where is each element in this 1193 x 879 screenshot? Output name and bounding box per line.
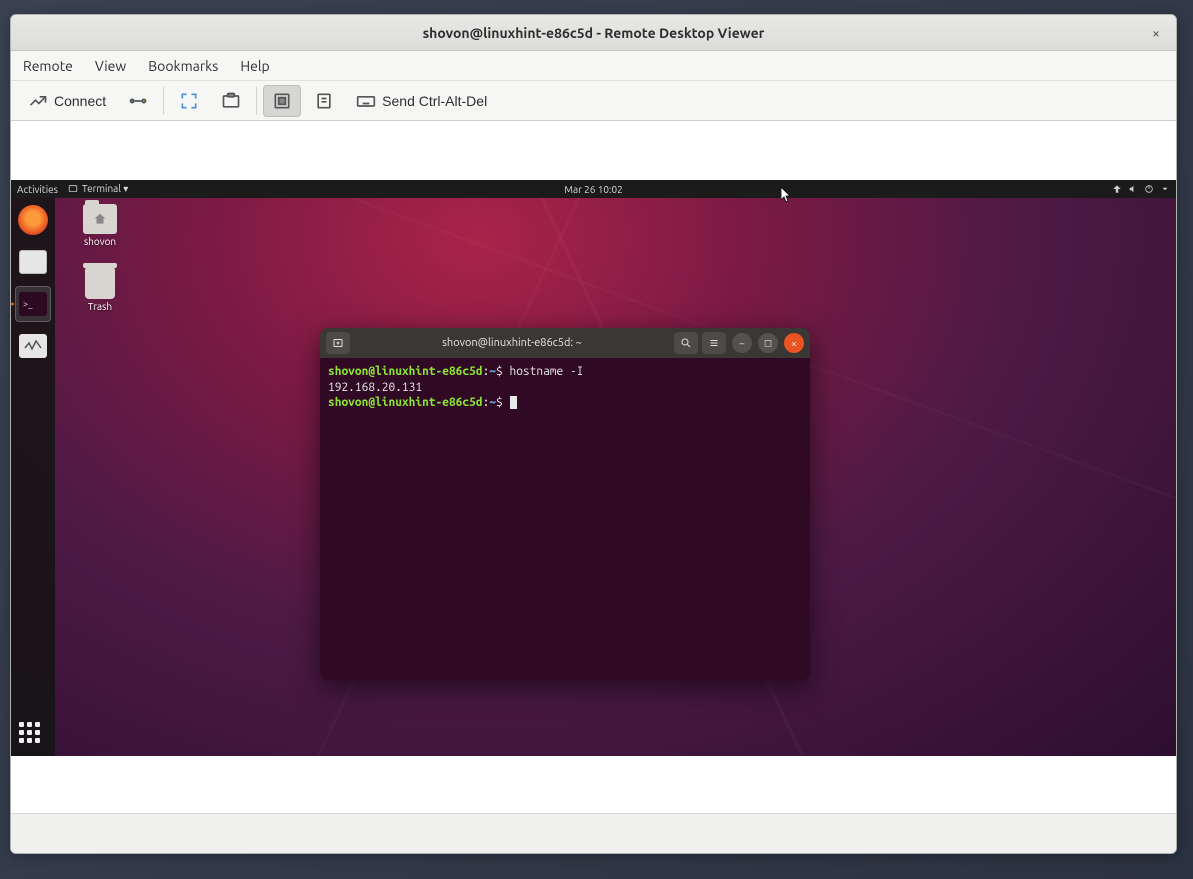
search-icon xyxy=(680,337,692,349)
statusbar xyxy=(11,813,1176,853)
cursor xyxy=(510,396,517,409)
scaling-icon xyxy=(272,91,292,111)
chevron-down-icon xyxy=(1160,184,1170,194)
network-icon xyxy=(1112,184,1122,194)
prompt-userhost: shovon@linuxhint-e86c5d xyxy=(328,365,483,378)
window-title: shovon@linuxhint-e86c5d - Remote Desktop… xyxy=(11,25,1176,41)
viewport-padding xyxy=(11,756,1176,813)
menu-help[interactable]: Help xyxy=(236,56,273,76)
connect-label: Connect xyxy=(54,93,106,109)
titlebar[interactable]: shovon@linuxhint-e86c5d - Remote Desktop… xyxy=(11,15,1176,51)
menu-remote[interactable]: Remote xyxy=(19,56,77,76)
remote-screen[interactable]: Activities Terminal ▾ Mar 26 10:02 xyxy=(11,180,1176,756)
terminal-close-button[interactable]: × xyxy=(784,333,804,353)
terminal-window[interactable]: shovon@linuxhint-e86c5d: ~ – ◻ × shovon@… xyxy=(320,328,810,680)
fullscreen-icon xyxy=(179,91,199,111)
window-close-button[interactable]: × xyxy=(1146,23,1166,43)
dock xyxy=(11,198,55,756)
app-menu[interactable]: Terminal ▾ xyxy=(68,183,128,195)
clock[interactable]: Mar 26 10:02 xyxy=(564,184,623,195)
screenshot-icon xyxy=(221,91,241,111)
dock-system-monitor[interactable] xyxy=(15,328,51,364)
terminal-body[interactable]: shovon@linuxhint-e86c5d:~$ hostname -I 1… xyxy=(320,358,810,680)
menu-view[interactable]: View xyxy=(91,56,130,76)
desktop-icon-home[interactable]: shovon xyxy=(73,204,127,247)
terminal-headerbar[interactable]: shovon@linuxhint-e86c5d: ~ – ◻ × xyxy=(320,328,810,358)
readonly-icon xyxy=(314,91,334,111)
terminal-new-tab-button[interactable] xyxy=(326,332,350,354)
toolbar-separator xyxy=(256,87,257,115)
send-cad-button[interactable]: Send Ctrl-Alt-Del xyxy=(347,85,496,117)
close-icon: × xyxy=(1152,25,1160,41)
terminal-icon xyxy=(19,292,47,316)
dock-firefox[interactable] xyxy=(15,202,51,238)
send-cad-label: Send Ctrl-Alt-Del xyxy=(382,93,487,109)
files-icon xyxy=(19,250,47,274)
toolbar-separator xyxy=(163,87,164,115)
connect-icon xyxy=(28,91,48,111)
disconnect-icon xyxy=(128,91,148,111)
prompt-userhost: shovon@linuxhint-e86c5d xyxy=(328,396,483,409)
remote-viewport[interactable]: Activities Terminal ▾ Mar 26 10:02 xyxy=(11,121,1176,853)
volume-icon xyxy=(1128,184,1138,194)
dock-terminal[interactable] xyxy=(15,286,51,322)
home-folder-icon xyxy=(83,204,117,234)
hamburger-icon xyxy=(708,337,720,349)
app-menu-label: Terminal ▾ xyxy=(82,183,128,195)
command-1: hostname -I xyxy=(509,365,583,378)
keyboard-icon xyxy=(356,91,376,111)
scaling-button[interactable] xyxy=(263,85,301,117)
toolbar: Connect xyxy=(11,81,1176,121)
show-apps-button[interactable] xyxy=(19,722,47,750)
terminal-maximize-button[interactable]: ◻ xyxy=(758,333,778,353)
dock-files[interactable] xyxy=(15,244,51,280)
menu-bookmarks[interactable]: Bookmarks xyxy=(144,56,222,76)
fullscreen-button[interactable] xyxy=(170,85,208,117)
activities-button[interactable]: Activities xyxy=(17,184,58,195)
home-label: shovon xyxy=(84,236,116,247)
disconnect-button[interactable] xyxy=(119,85,157,117)
trash-icon xyxy=(85,267,115,299)
desktop-icons: shovon Trash xyxy=(73,204,127,312)
screenshot-button[interactable] xyxy=(212,85,250,117)
terminal-minimize-button[interactable]: – xyxy=(732,333,752,353)
terminal-small-icon xyxy=(68,184,78,194)
system-monitor-icon xyxy=(19,334,47,358)
readonly-button[interactable] xyxy=(305,85,343,117)
gnome-topbar[interactable]: Activities Terminal ▾ Mar 26 10:02 xyxy=(11,180,1176,198)
trash-label: Trash xyxy=(88,301,112,312)
connect-button[interactable]: Connect xyxy=(19,85,115,117)
desktop-icon-trash[interactable]: Trash xyxy=(73,267,127,312)
remote-desktop-viewer-window: shovon@linuxhint-e86c5d - Remote Desktop… xyxy=(10,14,1177,854)
power-icon xyxy=(1144,184,1154,194)
output-1: 192.168.20.131 xyxy=(328,381,422,394)
system-tray[interactable] xyxy=(1112,184,1170,194)
firefox-icon xyxy=(18,205,48,235)
terminal-menu-button[interactable] xyxy=(702,332,726,354)
viewport-padding xyxy=(11,121,1176,180)
menubar: Remote View Bookmarks Help xyxy=(11,51,1176,81)
terminal-title: shovon@linuxhint-e86c5d: ~ xyxy=(354,337,670,349)
terminal-search-button[interactable] xyxy=(674,332,698,354)
